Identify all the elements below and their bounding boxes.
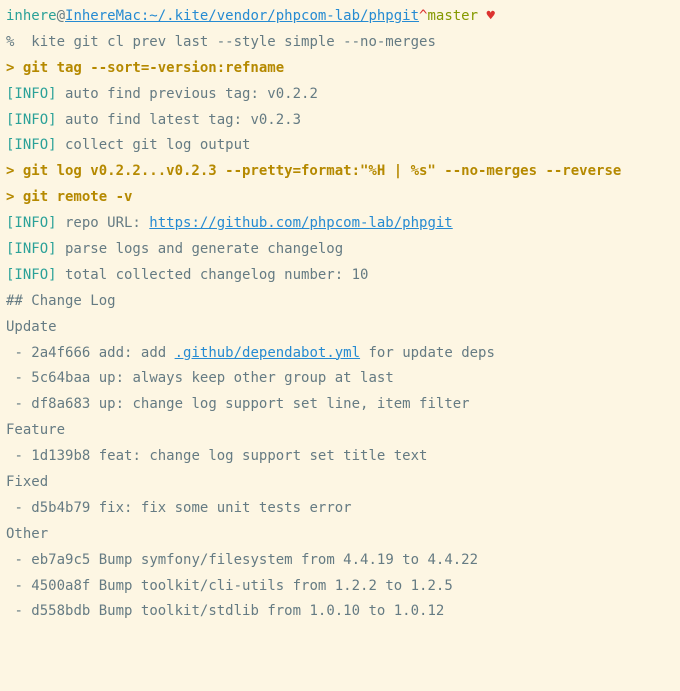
output-line: [INFO] repo URL: https://github.com/phpc… [6,211,674,237]
bullet: - [6,345,31,361]
info-text: auto find previous tag: v0.2.2 [57,86,318,102]
exec-command: > git remote -v [6,189,132,205]
changelog-item: - d558bdb Bump toolkit/stdlib from 1.0.1… [6,599,674,625]
info-text: repo URL: [57,215,150,231]
output-line: > git log v0.2.2...v0.2.3 --pretty=forma… [6,159,674,185]
commit-hash: eb7a9c5 [31,552,90,568]
bullet: - [6,448,31,464]
bullet: - [6,603,31,619]
commit-hash: d5b4b79 [31,500,90,516]
info-tag: [INFO] [6,112,57,128]
changelog-item: - eb7a9c5 Bump symfony/filesystem from 4… [6,548,674,574]
changelog-header: ## Change Log [6,289,674,315]
prompt-hostpath[interactable]: InhereMac:~/.kite/vendor/phpcom-lab/phpg… [65,8,419,24]
changelog-item: - 2a4f666 add: add .github/dependabot.ym… [6,341,674,367]
bullet: - [6,500,31,516]
commit-hash: 4500a8f [31,578,90,594]
info-tag: [INFO] [6,241,57,257]
commit-hash: 5c64baa [31,370,90,386]
prompt-branch: master [427,8,478,24]
heart-icon: ♥ [486,8,494,24]
changelog-item: - 5c64baa up: always keep other group at… [6,366,674,392]
bullet: - [6,552,31,568]
changelog-section-title: Feature [6,418,674,444]
output-line: [INFO] parse logs and generate changelog [6,237,674,263]
info-text: collect git log output [57,137,251,153]
commit-msg-pre: up: change log support set line, item fi… [90,396,469,412]
exec-command: > git tag --sort=-version:refname [6,60,284,76]
commit-hash: 1d139b8 [31,448,90,464]
output-line: [INFO] total collected changelog number:… [6,263,674,289]
changelog-item: - 1d139b8 feat: change log support set t… [6,444,674,470]
commit-hash: df8a683 [31,396,90,412]
commit-msg-pre: Bump toolkit/cli-utils from 1.2.2 to 1.2… [90,578,452,594]
info-tag: [INFO] [6,215,57,231]
repo-url-link[interactable]: https://github.com/phpcom-lab/phpgit [149,215,452,231]
bullet: - [6,370,31,386]
bullet: - [6,578,31,594]
changelog-item: - df8a683 up: change log support set lin… [6,392,674,418]
commit-msg-pre: Bump symfony/filesystem from 4.4.19 to 4… [90,552,478,568]
commit-msg-post: for update deps [360,345,495,361]
output-line: > git tag --sort=-version:refname [6,56,674,82]
output-line: [INFO] auto find latest tag: v0.2.3 [6,108,674,134]
commit-msg-pre: add: add [90,345,174,361]
output-line: [INFO] collect git log output [6,133,674,159]
changelog-section-title: Update [6,315,674,341]
commit-msg-pre: Bump toolkit/stdlib from 1.0.10 to 1.0.1… [90,603,444,619]
commit-msg-pre: feat: change log support set title text [90,448,427,464]
info-text: parse logs and generate changelog [57,241,344,257]
prompt-user: inhere [6,8,57,24]
prompt-line: inhere@InhereMac:~/.kite/vendor/phpcom-l… [6,4,674,30]
info-tag: [INFO] [6,86,57,102]
command-text: kite git cl prev last --style simple --n… [14,34,435,50]
info-tag: [INFO] [6,137,57,153]
exec-command: > git log v0.2.2...v0.2.3 --pretty=forma… [6,163,621,179]
commit-hash: d558bdb [31,603,90,619]
changelog-item: - d5b4b79 fix: fix some unit tests error [6,496,674,522]
changelog-section-title: Other [6,522,674,548]
output-line: [INFO] auto find previous tag: v0.2.2 [6,82,674,108]
info-tag: [INFO] [6,267,57,283]
file-link[interactable]: .github/dependabot.yml [175,345,360,361]
commit-msg-pre: up: always keep other group at last [90,370,393,386]
prompt-at: @ [57,8,65,24]
command-input-line: % kite git cl prev last --style simple -… [6,30,674,56]
info-text: total collected changelog number: 10 [57,267,369,283]
terminal-output: inhere@InhereMac:~/.kite/vendor/phpcom-l… [6,4,674,625]
changelog-section-title: Fixed [6,470,674,496]
changelog-item: - 4500a8f Bump toolkit/cli-utils from 1.… [6,574,674,600]
output-line: > git remote -v [6,185,674,211]
commit-msg-pre: fix: fix some unit tests error [90,500,351,516]
commit-hash: 2a4f666 [31,345,90,361]
bullet: - [6,396,31,412]
info-text: auto find latest tag: v0.2.3 [57,112,301,128]
